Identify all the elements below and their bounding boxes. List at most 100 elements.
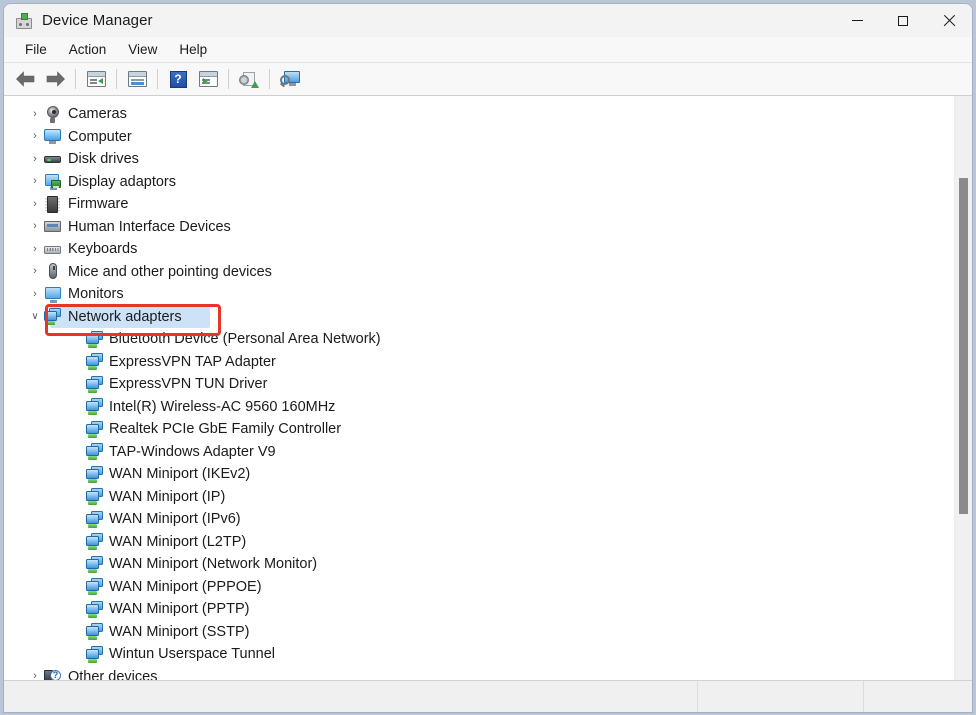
tree-item[interactable]: ExpressVPN TUN Driver — [4, 373, 954, 396]
chevron-right-icon[interactable]: › — [26, 131, 44, 142]
tree-item-label: WAN Miniport (PPPOE) — [109, 578, 262, 595]
tree-item[interactable]: › Disk drives — [4, 148, 954, 171]
scrollbar-thumb[interactable] — [959, 178, 968, 514]
tree-item[interactable]: TAP-Windows Adapter V9 — [4, 441, 954, 464]
properties-icon — [127, 71, 147, 87]
tree-item-label: Computer — [68, 128, 132, 145]
network-adapter-icon — [86, 555, 103, 573]
chevron-down-icon[interactable]: ∨ — [26, 311, 44, 322]
tree-item[interactable]: › Keyboards — [4, 238, 954, 261]
tree-item-label: ExpressVPN TAP Adapter — [109, 353, 276, 370]
network-adapter-icon — [86, 510, 103, 528]
tree-item-label: Disk drives — [68, 151, 139, 168]
tree-item[interactable]: WAN Miniport (IP) — [4, 486, 954, 509]
display-adaptor-icon — [44, 173, 61, 191]
computer-icon — [44, 128, 61, 145]
right-arrow-icon — [46, 71, 65, 87]
close-button[interactable] — [926, 4, 972, 37]
tree-item[interactable]: WAN Miniport (Network Monitor) — [4, 553, 954, 576]
tree-item[interactable]: ∨ Network adapters — [4, 306, 954, 329]
status-text-main — [4, 681, 697, 689]
tree-item[interactable]: › Mice and other pointing devices — [4, 261, 954, 284]
display-devices-button[interactable] — [275, 65, 305, 93]
network-adapter-icon — [86, 375, 103, 393]
tree-item-label: WAN Miniport (Network Monitor) — [109, 556, 318, 573]
tree-item[interactable]: › Firmware — [4, 193, 954, 216]
other-devices-icon: ? — [44, 668, 61, 680]
tree-item[interactable]: WAN Miniport (IKEv2) — [4, 463, 954, 486]
chevron-right-icon[interactable]: › — [26, 671, 44, 680]
tree-item[interactable]: › Display adaptors — [4, 171, 954, 194]
human-interface-device-icon — [44, 218, 61, 235]
status-bar — [4, 680, 972, 712]
maximize-button[interactable] — [880, 4, 926, 37]
tree-item[interactable]: Wintun Userspace Tunnel — [4, 643, 954, 666]
tree-item[interactable]: ›? Other devices — [4, 666, 954, 680]
tree-item-label: Realtek PCIe GbE Family Controller — [109, 421, 342, 438]
device-tree[interactable]: › Cameras › Computer › Disk drives › Display ad… — [4, 96, 954, 680]
chevron-right-icon[interactable]: › — [26, 176, 44, 187]
network-adapter-icon — [86, 398, 103, 416]
tree-item-label: WAN Miniport (L2TP) — [109, 533, 247, 550]
tree-item-label: Network adapters — [68, 308, 182, 325]
tree-item[interactable]: Intel(R) Wireless-AC 9560 160MHz — [4, 396, 954, 419]
update-driver-button[interactable] — [234, 65, 264, 93]
chevron-right-icon[interactable]: › — [26, 288, 44, 300]
firmware-chip-icon — [44, 195, 61, 213]
tree-item[interactable]: › Computer — [4, 126, 954, 149]
tree-item[interactable]: ExpressVPN TAP Adapter — [4, 351, 954, 374]
tree-item[interactable]: › Monitors — [4, 283, 954, 306]
properties-button[interactable] — [122, 65, 152, 93]
menu-help[interactable]: Help — [168, 39, 218, 60]
keyboard-icon — [44, 241, 61, 258]
tree-item[interactable]: WAN Miniport (IPv6) — [4, 508, 954, 531]
tree-item[interactable]: WAN Miniport (PPTP) — [4, 598, 954, 621]
status-text-tertiary — [864, 681, 972, 689]
tree-item[interactable]: Bluetooth Device (Personal Area Network) — [4, 328, 954, 351]
network-adapter-icon — [86, 645, 103, 663]
toolbar-separator — [157, 69, 158, 89]
toolbar-separator — [75, 69, 76, 89]
tree-item-label: Cameras — [68, 106, 127, 123]
tree-item[interactable]: › Cameras — [4, 103, 954, 126]
tree-item[interactable]: › Human Interface Devices — [4, 216, 954, 239]
tree-item-label: Display adaptors — [68, 173, 176, 190]
title-bar: Device Manager — [4, 4, 972, 37]
tree-item-label: Other devices — [68, 668, 158, 680]
disk-drive-icon — [44, 151, 61, 168]
tree-item-label: Mice and other pointing devices — [68, 263, 272, 280]
chevron-right-icon[interactable]: › — [26, 108, 44, 120]
device-manager-window: Device Manager File Action View Help ? ›… — [3, 3, 973, 713]
network-adapter-icon — [86, 578, 103, 596]
toolbar: ? — [4, 63, 972, 96]
tree-item[interactable]: WAN Miniport (SSTP) — [4, 621, 954, 644]
back-button[interactable] — [10, 65, 40, 93]
scan-hardware-changes-button[interactable] — [193, 65, 223, 93]
chevron-right-icon[interactable]: › — [26, 198, 44, 210]
tree-item[interactable]: WAN Miniport (PPPOE) — [4, 576, 954, 599]
chevron-right-icon[interactable]: › — [26, 153, 44, 165]
menu-view[interactable]: View — [117, 39, 168, 60]
show-hide-console-tree-button[interactable] — [81, 65, 111, 93]
forward-button[interactable] — [40, 65, 70, 93]
chevron-right-icon[interactable]: › — [26, 221, 44, 232]
help-button[interactable]: ? — [163, 65, 193, 93]
toolbar-separator — [116, 69, 117, 89]
network-adapter-icon — [86, 623, 103, 641]
chevron-right-icon[interactable]: › — [26, 266, 44, 277]
menu-action[interactable]: Action — [58, 39, 118, 60]
tree-item[interactable]: WAN Miniport (L2TP) — [4, 531, 954, 554]
camera-icon — [44, 105, 61, 123]
left-arrow-icon — [15, 71, 34, 87]
console-tree-icon — [86, 71, 106, 87]
minimize-button[interactable] — [834, 4, 880, 37]
tree-item-label: TAP-Windows Adapter V9 — [109, 443, 276, 460]
tree-item-label: ExpressVPN TUN Driver — [109, 376, 268, 393]
tree-item-label: Keyboards — [68, 241, 138, 258]
tree-item-label: WAN Miniport (IKEv2) — [109, 466, 251, 483]
tree-item-label: WAN Miniport (IPv6) — [109, 511, 241, 528]
vertical-scrollbar[interactable] — [954, 96, 972, 680]
tree-item[interactable]: Realtek PCIe GbE Family Controller — [4, 418, 954, 441]
menu-file[interactable]: File — [14, 39, 58, 60]
chevron-right-icon[interactable]: › — [26, 243, 44, 255]
